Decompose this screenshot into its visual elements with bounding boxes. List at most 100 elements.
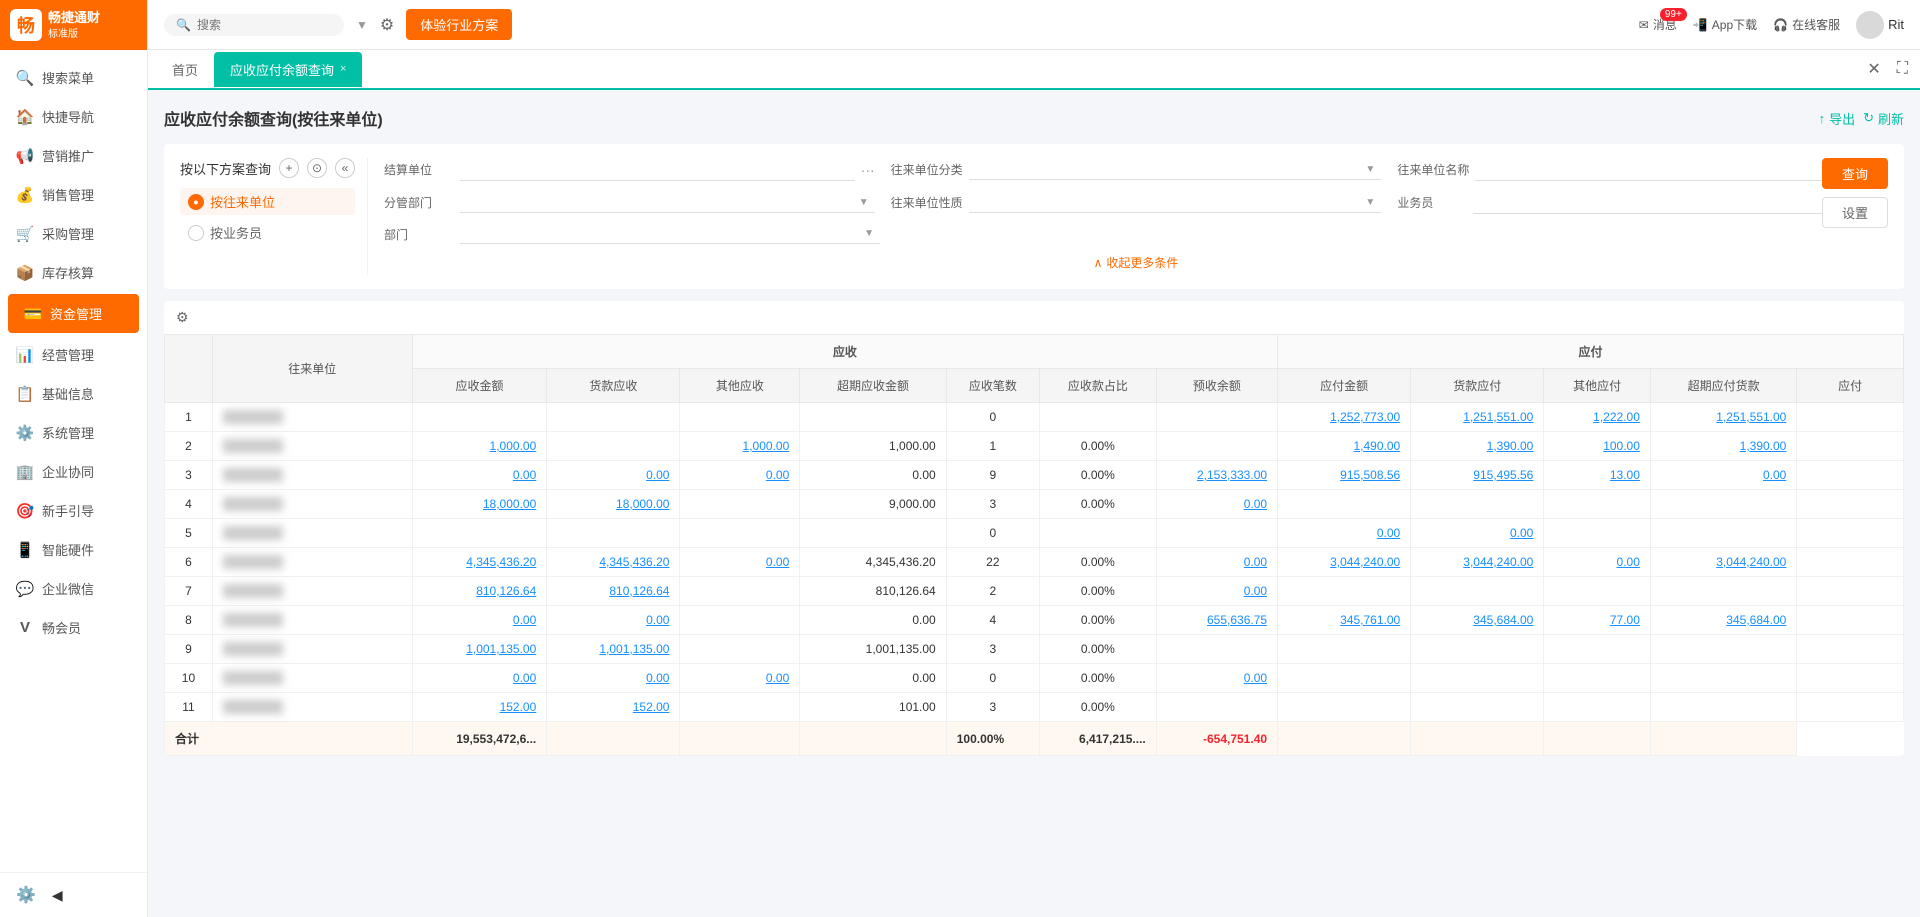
cell-val[interactable]: 0.00 <box>680 664 800 693</box>
cell-val[interactable]: 1,000.00 <box>412 432 547 461</box>
cell-val[interactable]: 345,684.00 <box>1411 606 1544 635</box>
cell-val[interactable]: 915,508.56 <box>1278 461 1411 490</box>
cell-val[interactable]: 4,345,436.20 <box>412 548 547 577</box>
cell-val[interactable]: 1,490.00 <box>1278 432 1411 461</box>
cell-val[interactable]: 345,684.00 <box>1650 606 1796 635</box>
scheme-item-salesperson[interactable]: 按业务员 <box>180 219 355 246</box>
sidebar-item-member[interactable]: V 畅会员 <box>0 608 147 647</box>
dept-select[interactable]: ▼ <box>460 193 875 213</box>
footer-rec-total[interactable]: 19,553,472,6... <box>412 722 547 756</box>
cell-val[interactable]: 3,044,240.00 <box>1411 548 1544 577</box>
user-avatar[interactable]: Rit <box>1856 11 1904 39</box>
cell-val[interactable]: 1,252,773.00 <box>1278 403 1411 432</box>
cell-val[interactable]: 0.00 <box>680 461 800 490</box>
sidebar-item-marketing[interactable]: 📢 营销推广 <box>0 136 147 175</box>
sidebar-item-system[interactable]: ⚙️ 系统管理 <box>0 413 147 452</box>
settlement-dots-icon[interactable]: ··· <box>861 162 875 178</box>
cell-val[interactable]: 0.00 <box>1411 519 1544 548</box>
cell-val[interactable]: 0.00 <box>547 606 680 635</box>
cell-val[interactable]: 0.00 <box>412 461 547 490</box>
app-download-btn[interactable]: 📲 App下载 <box>1693 16 1757 33</box>
promo-button[interactable]: 体验行业方案 <box>406 9 512 40</box>
partner-category-select[interactable]: ▼ <box>969 160 1382 180</box>
cell-val[interactable]: 915,495.56 <box>1411 461 1544 490</box>
cell-val[interactable]: 0.00 <box>412 606 547 635</box>
tab-close-icon[interactable]: × <box>340 63 346 75</box>
settlement-unit-input[interactable] <box>460 158 855 181</box>
cell-val[interactable]: 655,636.75 <box>1156 606 1277 635</box>
cell-val[interactable]: 1,390.00 <box>1650 432 1796 461</box>
tab-close-window-icon[interactable]: ✕ <box>1863 55 1884 83</box>
tab-expand-icon[interactable]: ⛶ <box>1893 56 1912 82</box>
cell-val[interactable]: 18,000.00 <box>412 490 547 519</box>
cell-val[interactable]: 0.00 <box>1156 548 1277 577</box>
sidebar-item-wechat[interactable]: 💬 企业微信 <box>0 569 147 608</box>
cell-val[interactable]: 0.00 <box>412 664 547 693</box>
cell-val[interactable]: 100.00 <box>1544 432 1651 461</box>
department-select[interactable]: ▼ <box>460 224 880 244</box>
cell-val[interactable]: 0.00 <box>1156 664 1277 693</box>
sidebar-item-guide[interactable]: 🎯 新手引导 <box>0 491 147 530</box>
sidebar-item-corp[interactable]: 🏢 企业协同 <box>0 452 147 491</box>
sidebar-item-operation[interactable]: 📊 经营管理 <box>0 335 147 374</box>
refresh-button[interactable]: ↻ 刷新 <box>1863 109 1904 128</box>
topbar-gear-icon[interactable]: ⚙ <box>380 15 394 35</box>
cell-val[interactable]: 810,126.64 <box>412 577 547 606</box>
cell-val[interactable]: 1,222.00 <box>1544 403 1651 432</box>
cell-val[interactable]: 1,390.00 <box>1411 432 1544 461</box>
footer-collapse-icon[interactable]: ◀ <box>52 887 63 904</box>
filter-add-btn[interactable]: + <box>279 158 299 178</box>
filter-collapse-btn[interactable]: « <box>335 158 355 178</box>
sidebar-item-inventory[interactable]: 📦 库存核算 <box>0 253 147 292</box>
sidebar-item-quicknav[interactable]: 🏠 快捷导航 <box>0 97 147 136</box>
sidebar-item-sales[interactable]: 💰 销售管理 <box>0 175 147 214</box>
cell-val[interactable]: 2,153,333.00 <box>1156 461 1277 490</box>
topbar-chevron-icon[interactable]: ▼ <box>356 18 368 32</box>
cell-val[interactable]: 0.00 <box>547 664 680 693</box>
export-button[interactable]: ↑ 导出 <box>1819 109 1856 128</box>
cell-val[interactable]: 152.00 <box>547 693 680 722</box>
cell-val[interactable]: 13.00 <box>1544 461 1651 490</box>
query-button[interactable]: 查询 <box>1822 158 1888 189</box>
cell-val[interactable]: 1,001,135.00 <box>547 635 680 664</box>
sidebar-item-search[interactable]: 🔍 搜索菜单 <box>0 58 147 97</box>
cell-val[interactable]: 3,044,240.00 <box>1278 548 1411 577</box>
cell-val[interactable]: 0.00 <box>1156 577 1277 606</box>
table-settings-icon[interactable]: ⚙ <box>176 309 189 326</box>
cell-val[interactable]: 0.00 <box>547 461 680 490</box>
collapse-button[interactable]: ∧ 收起更多条件 <box>384 250 1888 275</box>
cell-val[interactable]: 152.00 <box>412 693 547 722</box>
cell-val[interactable]: 1,000.00 <box>680 432 800 461</box>
sidebar-item-purchase[interactable]: 🛒 采购管理 <box>0 214 147 253</box>
cell-val[interactable]: 0.00 <box>1650 461 1796 490</box>
cell-val[interactable]: 77.00 <box>1544 606 1651 635</box>
tab-home[interactable]: 首页 <box>156 52 214 87</box>
online-service-btn[interactable]: 🎧 在线客服 <box>1773 16 1840 33</box>
sidebar-item-basic[interactable]: 📋 基础信息 <box>0 374 147 413</box>
cell-val[interactable]: 1,001,135.00 <box>412 635 547 664</box>
footer-settings-icon[interactable]: ⚙️ <box>16 885 36 905</box>
cell-val[interactable]: 3,044,240.00 <box>1650 548 1796 577</box>
cell-val[interactable]: 0.00 <box>680 548 800 577</box>
filter-settings-btn[interactable]: ⊙ <box>307 158 327 178</box>
cell-val[interactable]: 0.00 <box>1278 519 1411 548</box>
scheme-item-partner[interactable]: ● 按往来单位 <box>180 188 355 215</box>
table-scroll[interactable]: 往来单位 应收 应付 应收金额 货款应收 其他应收 超期应收金额 应收笔数 应收… <box>164 334 1904 756</box>
message-btn[interactable]: ✉ 消息 99+ <box>1639 16 1677 33</box>
topbar-search-box[interactable]: 🔍 <box>164 14 344 36</box>
settings-button[interactable]: 设置 <box>1822 197 1888 228</box>
cell-val[interactable]: 810,126.64 <box>547 577 680 606</box>
cell-val[interactable]: 0.00 <box>1156 490 1277 519</box>
cell-val[interactable]: 4,345,436.20 <box>547 548 680 577</box>
cell-val[interactable]: 1,251,551.00 <box>1411 403 1544 432</box>
cell-val[interactable]: 345,761.00 <box>1278 606 1411 635</box>
sidebar-item-finance[interactable]: 💳 资金管理 <box>8 294 139 333</box>
topbar-search-input[interactable] <box>197 18 317 32</box>
sidebar-item-hardware[interactable]: 📱 智能硬件 <box>0 530 147 569</box>
cell-val[interactable]: 0.00 <box>1544 548 1651 577</box>
cell-val[interactable]: 1,251,551.00 <box>1650 403 1796 432</box>
salesperson-input[interactable] <box>1473 191 1868 214</box>
footer-rec-prepay[interactable]: 6,417,215.... <box>1039 722 1156 756</box>
partner-nature-select[interactable]: ▼ <box>969 193 1382 213</box>
cell-val[interactable]: 18,000.00 <box>547 490 680 519</box>
